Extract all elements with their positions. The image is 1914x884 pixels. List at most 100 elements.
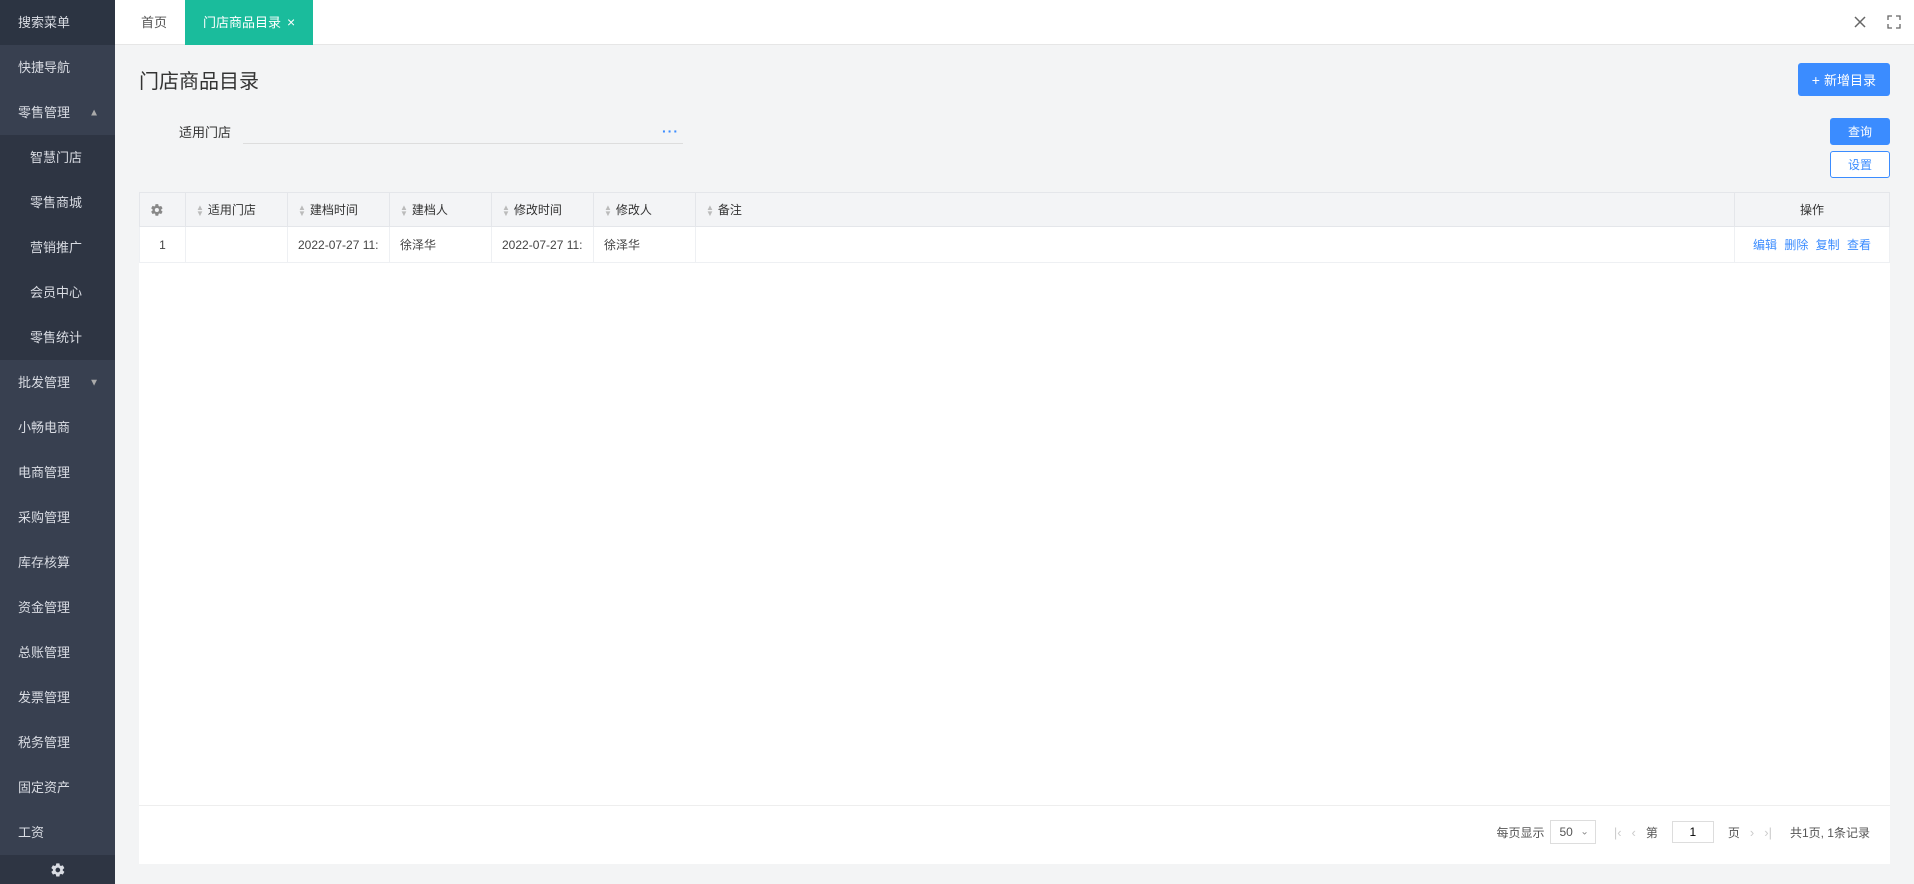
copy-link[interactable]: 复制: [1816, 238, 1840, 252]
col-settings-header[interactable]: [140, 193, 186, 227]
sidebar-item-label: 批发管理: [18, 375, 70, 390]
sidebar-item-label: 库存核算: [18, 555, 70, 570]
sort-icon: ▲▼: [706, 205, 714, 217]
filter-store-input[interactable]: [243, 118, 683, 144]
sidebar: 搜索菜单 快捷导航 零售管理 ▲ 智慧门店 零售商城 营销推广 会员中心 零售统…: [0, 0, 115, 884]
sidebar-item-label: 小畅电商: [18, 420, 70, 435]
per-page-label: 每页显示: [1496, 824, 1544, 841]
sidebar-item-invoice[interactable]: 发票管理: [0, 675, 115, 720]
page-title: 门店商品目录: [139, 65, 259, 94]
sidebar-item-label: 发票管理: [18, 690, 70, 705]
col-modifier-header[interactable]: ▲▼修改人: [594, 193, 696, 227]
sidebar-item-xiaochang-ec[interactable]: 小畅电商: [0, 405, 115, 450]
first-page-button[interactable]: |‹: [1614, 825, 1622, 840]
delete-link[interactable]: 删除: [1784, 238, 1808, 252]
tab-home[interactable]: 首页: [123, 0, 185, 45]
sidebar-item-label: 总账管理: [18, 645, 70, 660]
sidebar-item-ec-mgmt[interactable]: 电商管理: [0, 450, 115, 495]
row-modifier[interactable]: 徐泽华: [594, 227, 696, 263]
edit-link[interactable]: 编辑: [1753, 238, 1777, 252]
next-page-button[interactable]: ›: [1750, 825, 1754, 840]
sidebar-item-ledger[interactable]: 总账管理: [0, 630, 115, 675]
sidebar-item-retail-mgmt[interactable]: 零售管理 ▲: [0, 90, 115, 135]
col-created-header[interactable]: ▲▼建档时间: [288, 193, 390, 227]
filter-store-label: 适用门店: [179, 122, 231, 141]
row-index: 1: [140, 227, 186, 263]
caret-up-icon: ▲: [89, 90, 99, 135]
per-page-select[interactable]: 50 ⌄: [1550, 820, 1595, 844]
sidebar-item-inventory[interactable]: 库存核算: [0, 540, 115, 585]
fullscreen-button[interactable]: [1882, 10, 1906, 34]
sidebar-item-quick-nav[interactable]: 快捷导航: [0, 45, 115, 90]
col-actions-header: 操作: [1735, 193, 1890, 227]
row-created: 2022-07-27 11:: [288, 227, 390, 263]
col-label: 修改人: [616, 203, 652, 217]
settings-button[interactable]: 设置: [1830, 151, 1890, 178]
sort-icon: ▲▼: [400, 205, 408, 217]
sidebar-item-label: 搜索菜单: [18, 15, 70, 30]
sidebar-item-fixed-assets[interactable]: 固定资产: [0, 765, 115, 810]
col-label: 操作: [1800, 203, 1824, 217]
row-store: [186, 227, 288, 263]
page-header: 门店商品目录 + 新增目录: [115, 45, 1914, 108]
close-all-tabs-button[interactable]: [1848, 10, 1872, 34]
sidebar-item-label: 营销推广: [30, 240, 82, 255]
prev-page-button[interactable]: ‹: [1632, 825, 1636, 840]
gear-icon: [150, 203, 175, 217]
add-catalog-button[interactable]: + 新增目录: [1798, 63, 1890, 96]
row-note: [696, 227, 1735, 263]
caret-down-icon: ▼: [89, 360, 99, 405]
sidebar-item-label: 智慧门店: [30, 150, 82, 165]
tab-store-catalog[interactable]: 门店商品目录 ×: [185, 0, 313, 45]
fullscreen-icon: [1886, 14, 1902, 30]
sidebar-item-salary[interactable]: 工资: [0, 810, 115, 855]
table-wrap: ▲▼适用门店 ▲▼建档时间 ▲▼建档人 ▲▼修改时间 ▲▼修改人 ▲▼备注 操作…: [139, 192, 1890, 805]
sidebar-item-member-center[interactable]: 会员中心: [0, 270, 115, 315]
main: 首页 门店商品目录 × 门店商品目录 + 新增目录: [115, 0, 1914, 884]
sort-icon: ▲▼: [196, 205, 204, 217]
sidebar-item-wholesale[interactable]: 批发管理 ▼: [0, 360, 115, 405]
filter-lookup-icon[interactable]: ···: [662, 123, 679, 139]
view-link[interactable]: 查看: [1847, 238, 1871, 252]
sidebar-item-search-menu[interactable]: 搜索菜单: [0, 0, 115, 45]
tabs-bar: 首页 门店商品目录 ×: [115, 0, 1914, 45]
col-label: 建档人: [412, 203, 448, 217]
pagination: 每页显示 50 ⌄ |‹ ‹ 第 页 › ›| 共1页, 1条记录: [139, 805, 1890, 864]
col-label: 备注: [718, 203, 742, 217]
sidebar-item-retail-stats[interactable]: 零售统计: [0, 315, 115, 360]
catalog-table: ▲▼适用门店 ▲▼建档时间 ▲▼建档人 ▲▼修改时间 ▲▼修改人 ▲▼备注 操作…: [139, 192, 1890, 263]
sidebar-item-label: 快捷导航: [18, 60, 70, 75]
query-button[interactable]: 查询: [1830, 118, 1890, 145]
close-icon: [1852, 14, 1868, 30]
tab-label: 门店商品目录: [203, 0, 281, 45]
sidebar-settings[interactable]: [0, 855, 115, 884]
col-creator-header[interactable]: ▲▼ 建档人: [390, 193, 492, 227]
sidebar-item-label: 资金管理: [18, 600, 70, 615]
filter-row: 适用门店 ··· 查询 设置: [115, 108, 1914, 192]
page-input[interactable]: [1672, 821, 1714, 843]
page-suffix: 页: [1728, 824, 1740, 841]
row-creator[interactable]: 徐泽华: [390, 227, 492, 263]
sidebar-item-finance[interactable]: 资金管理: [0, 585, 115, 630]
col-note-header[interactable]: ▲▼ 备注: [696, 193, 1735, 227]
button-label: 新增目录: [1824, 70, 1876, 89]
sidebar-item-purchase-mgmt[interactable]: 采购管理: [0, 495, 115, 540]
sidebar-item-label: 零售统计: [30, 330, 82, 345]
sidebar-item-marketing[interactable]: 营销推广: [0, 225, 115, 270]
sidebar-item-smart-store[interactable]: 智慧门店: [0, 135, 115, 180]
sidebar-item-label: 采购管理: [18, 510, 70, 525]
gear-icon: [50, 862, 66, 878]
col-modified-header[interactable]: ▲▼修改时间: [492, 193, 594, 227]
tab-close-icon[interactable]: ×: [287, 15, 295, 29]
sidebar-item-retail-mall[interactable]: 零售商城: [0, 180, 115, 225]
plus-icon: +: [1812, 73, 1820, 87]
row-modified: 2022-07-27 11:: [492, 227, 594, 263]
table-row[interactable]: 1 2022-07-27 11: 徐泽华 2022-07-27 11: 徐泽华 …: [140, 227, 1890, 263]
last-page-button[interactable]: ›|: [1764, 825, 1772, 840]
sidebar-item-tax[interactable]: 税务管理: [0, 720, 115, 765]
col-store-header[interactable]: ▲▼适用门店: [186, 193, 288, 227]
page-prefix: 第: [1646, 824, 1658, 841]
col-label: 修改时间: [514, 203, 562, 217]
page-content: 门店商品目录 + 新增目录 适用门店 ··· 查询 设置: [115, 45, 1914, 884]
row-actions: 编辑 删除 复制 查看: [1735, 227, 1890, 263]
